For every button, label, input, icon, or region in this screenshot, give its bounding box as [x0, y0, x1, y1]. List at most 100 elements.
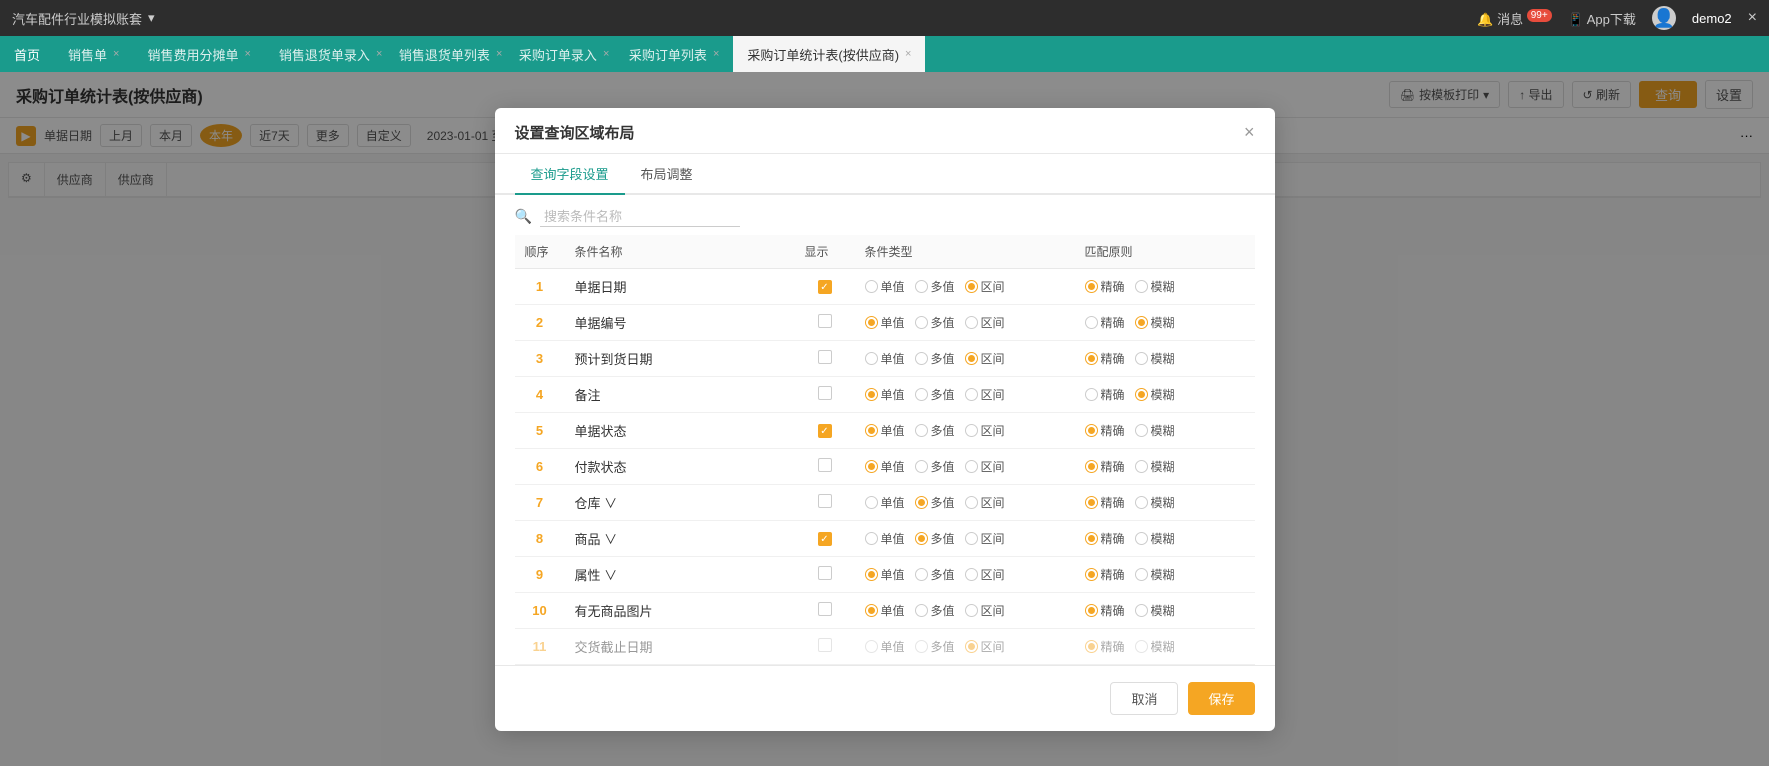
checkbox[interactable] [818, 280, 832, 294]
radio-type-type_multi[interactable]: 多值 [915, 458, 955, 475]
row-display-checkbox[interactable] [795, 376, 855, 412]
radio-type-type_single[interactable]: 单值 [865, 314, 905, 331]
radio-match-match_fuzzy[interactable]: 模糊 [1135, 350, 1175, 367]
radio-type-type_range[interactable]: 区间 [965, 602, 1005, 619]
user-avatar[interactable]: 👤 [1652, 6, 1676, 30]
modal-close-button[interactable]: × [1244, 122, 1255, 143]
notification-area[interactable]: 🔔 消息 99+ [1477, 9, 1551, 28]
row-display-checkbox[interactable] [795, 628, 855, 664]
radio-type-type_single[interactable]: 单值 [865, 422, 905, 439]
tab-sales-return-list-close[interactable]: × [496, 48, 502, 60]
radio-type-type_single[interactable]: 单值 [865, 278, 905, 295]
username[interactable]: demo2 [1692, 11, 1732, 26]
radio-type-type_range[interactable]: 区间 [965, 278, 1005, 295]
row-display-checkbox[interactable] [795, 448, 855, 484]
tab-po-stats-close[interactable]: × [905, 48, 911, 60]
radio-match-match_exact[interactable]: 精确 [1085, 386, 1125, 403]
radio-type-type_single[interactable]: 单值 [865, 530, 905, 547]
radio-match-match_fuzzy[interactable]: 模糊 [1135, 314, 1175, 331]
radio-type-type_range[interactable]: 区间 [965, 530, 1005, 547]
tab-po-list[interactable]: 采购订单列表 × [615, 36, 733, 72]
radio-type-type_multi[interactable]: 多值 [915, 386, 955, 403]
radio-type-type_multi[interactable]: 多值 [915, 350, 955, 367]
close-button[interactable]: × [1748, 9, 1757, 27]
radio-match-match_fuzzy[interactable]: 模糊 [1135, 386, 1175, 403]
save-button[interactable]: 保存 [1188, 682, 1254, 715]
radio-type-type_range[interactable]: 区间 [965, 350, 1005, 367]
row-display-checkbox[interactable] [795, 340, 855, 376]
radio-match-match_fuzzy[interactable]: 模糊 [1135, 422, 1175, 439]
tab-po-list-close[interactable]: × [713, 48, 719, 60]
radio-match-match_fuzzy[interactable]: 模糊 [1135, 494, 1175, 511]
radio-type-type_multi[interactable]: 多值 [915, 602, 955, 619]
radio-type-type_multi[interactable]: 多值 [915, 494, 955, 511]
radio-match-match_exact[interactable]: 精确 [1085, 314, 1125, 331]
tab-sales-return-list[interactable]: 销售退货单列表 × [385, 36, 505, 72]
app-download-area[interactable]: 📱 App下载 [1568, 9, 1636, 28]
checkbox[interactable] [818, 494, 832, 508]
radio-type-type_multi[interactable]: 多值 [915, 530, 955, 547]
radio-match-match_exact[interactable]: 精确 [1085, 530, 1125, 547]
radio-type-type_range[interactable]: 区间 [965, 422, 1005, 439]
radio-match-match_exact[interactable]: 精确 [1085, 350, 1125, 367]
radio-match-match_exact[interactable]: 精确 [1085, 422, 1125, 439]
radio-type-type_single[interactable]: 单值 [865, 602, 905, 619]
radio-type-type_single[interactable]: 单值 [865, 566, 905, 583]
checkbox[interactable] [818, 424, 832, 438]
radio-type-type_multi[interactable]: 多值 [915, 638, 955, 655]
row-display-checkbox[interactable] [795, 412, 855, 448]
checkbox[interactable] [818, 638, 832, 652]
radio-match-match_exact[interactable]: 精确 [1085, 494, 1125, 511]
checkbox[interactable] [818, 532, 832, 546]
checkbox[interactable] [818, 350, 832, 364]
tab-po-entry[interactable]: 采购订单录入 × [505, 36, 615, 72]
radio-type-type_multi[interactable]: 多值 [915, 566, 955, 583]
tab-sales-order-close[interactable]: × [113, 48, 119, 60]
row-display-checkbox[interactable] [795, 556, 855, 592]
radio-type-type_multi[interactable]: 多值 [915, 422, 955, 439]
radio-type-type_range[interactable]: 区间 [965, 458, 1005, 475]
radio-type-type_range[interactable]: 区间 [965, 494, 1005, 511]
tab-po-entry-close[interactable]: × [603, 48, 609, 60]
checkbox[interactable] [818, 314, 832, 328]
row-display-checkbox[interactable] [795, 592, 855, 628]
radio-match-match_exact[interactable]: 精确 [1085, 278, 1125, 295]
radio-type-type_single[interactable]: 单值 [865, 494, 905, 511]
tab-po-stats[interactable]: 采购订单统计表(按供应商) × [733, 36, 925, 72]
checkbox[interactable] [818, 386, 832, 400]
radio-match-match_fuzzy[interactable]: 模糊 [1135, 458, 1175, 475]
radio-type-type_single[interactable]: 单值 [865, 350, 905, 367]
radio-match-match_fuzzy[interactable]: 模糊 [1135, 638, 1175, 655]
tab-sales-order[interactable]: 销售单 × [54, 36, 133, 72]
radio-type-type_single[interactable]: 单值 [865, 458, 905, 475]
modal-tab-layout[interactable]: 布局调整 [625, 154, 709, 195]
cancel-button[interactable]: 取消 [1110, 682, 1178, 715]
modal-tab-query-fields[interactable]: 查询字段设置 [515, 154, 625, 195]
radio-type-type_single[interactable]: 单值 [865, 638, 905, 655]
modal-search-input[interactable] [540, 207, 740, 227]
checkbox[interactable] [818, 566, 832, 580]
radio-match-match_fuzzy[interactable]: 模糊 [1135, 530, 1175, 547]
radio-type-type_multi[interactable]: 多值 [915, 314, 955, 331]
row-display-checkbox[interactable] [795, 484, 855, 520]
row-display-checkbox[interactable] [795, 304, 855, 340]
tab-sales-return-entry-close[interactable]: × [376, 48, 382, 60]
tab-home[interactable]: 首页 [0, 36, 54, 72]
radio-match-match_exact[interactable]: 精确 [1085, 638, 1125, 655]
radio-match-match_exact[interactable]: 精确 [1085, 458, 1125, 475]
radio-type-type_range[interactable]: 区间 [965, 314, 1005, 331]
radio-match-match_exact[interactable]: 精确 [1085, 602, 1125, 619]
tab-sales-expense[interactable]: 销售费用分摊单 × [133, 36, 264, 72]
radio-type-type_range[interactable]: 区间 [965, 386, 1005, 403]
row-display-checkbox[interactable] [795, 520, 855, 556]
radio-match-match_fuzzy[interactable]: 模糊 [1135, 278, 1175, 295]
radio-type-type_multi[interactable]: 多值 [915, 278, 955, 295]
radio-match-match_fuzzy[interactable]: 模糊 [1135, 602, 1175, 619]
radio-type-type_single[interactable]: 单值 [865, 386, 905, 403]
tab-sales-expense-close[interactable]: × [244, 48, 250, 60]
checkbox[interactable] [818, 602, 832, 616]
radio-match-match_exact[interactable]: 精确 [1085, 566, 1125, 583]
radio-match-match_fuzzy[interactable]: 模糊 [1135, 566, 1175, 583]
checkbox[interactable] [818, 458, 832, 472]
tab-sales-return-entry[interactable]: 销售退货单录入 × [265, 36, 385, 72]
